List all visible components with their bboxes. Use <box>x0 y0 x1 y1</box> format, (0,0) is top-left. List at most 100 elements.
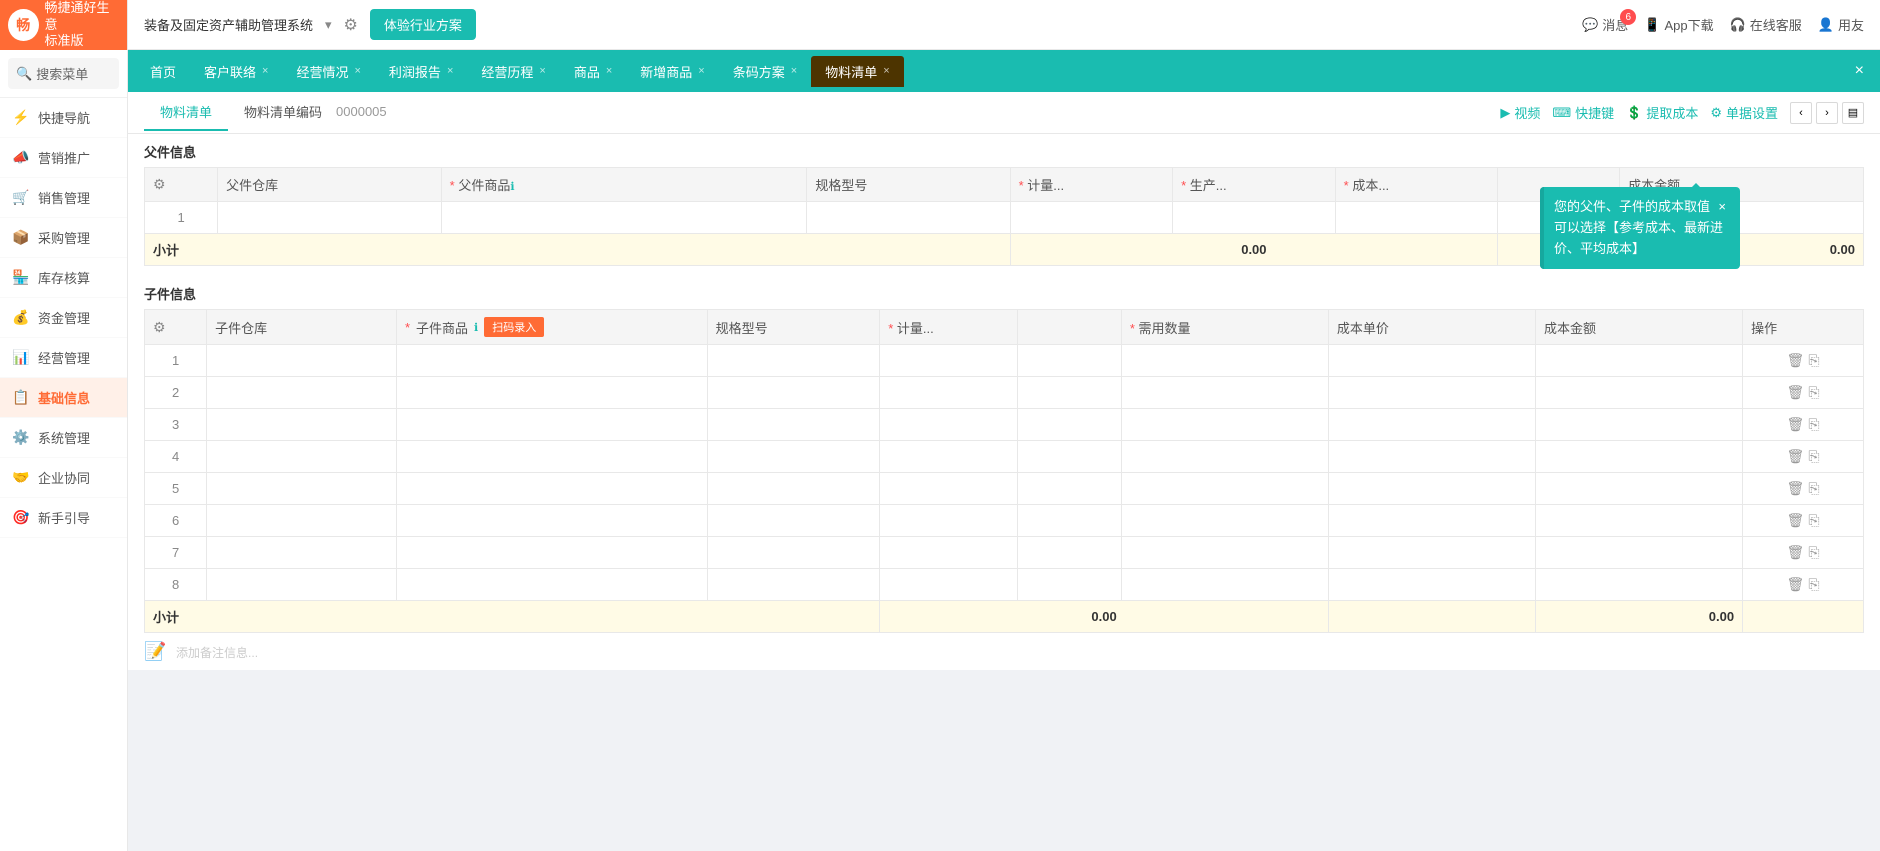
child-row-qty[interactable] <box>1121 409 1328 441</box>
parent-product-help[interactable]: ℹ <box>510 181 514 193</box>
child-row-warehouse[interactable] <box>207 569 397 601</box>
child-unit-input[interactable] <box>880 473 1017 504</box>
child-unit-cost-input[interactable] <box>1329 377 1535 408</box>
child-spec-input[interactable] <box>708 569 880 600</box>
close-tab-goods[interactable]: × <box>606 65 612 77</box>
sidebar-item-basic[interactable]: 📋 基础信息 <box>0 378 127 418</box>
child-row-spec[interactable] <box>707 441 880 473</box>
doc-setting-btn[interactable]: ⚙ 单据设置 <box>1710 103 1778 122</box>
sidebar-item-marketing[interactable]: 📣 营销推广 <box>0 138 127 178</box>
child-row-spec[interactable] <box>707 569 880 601</box>
child-qty-input[interactable] <box>1122 537 1328 568</box>
sidebar-item-inventory[interactable]: 🏪 库存核算 <box>0 258 127 298</box>
child-row-warehouse[interactable] <box>207 441 397 473</box>
close-tab-operations[interactable]: × <box>354 65 360 77</box>
child-qty-input[interactable] <box>1122 441 1328 472</box>
child-unit-cost-input[interactable] <box>1329 473 1535 504</box>
child-qty-input[interactable] <box>1122 345 1328 376</box>
delete-icon[interactable]: 🗑 <box>1787 352 1805 369</box>
cost-extract-btn[interactable]: 💲 提取成本 <box>1626 103 1698 122</box>
child-warehouse-input[interactable] <box>207 473 396 504</box>
child-spec-input[interactable] <box>708 409 880 440</box>
child-row-qty[interactable] <box>1121 441 1328 473</box>
copy-icon[interactable]: ⎘ <box>1808 448 1819 465</box>
child-unit-cost-input[interactable] <box>1329 409 1535 440</box>
child-row-unit[interactable] <box>880 569 1018 601</box>
child-row-unit[interactable] <box>880 377 1018 409</box>
child-warehouse-input[interactable] <box>207 505 396 536</box>
child-product-input[interactable] <box>397 505 707 536</box>
child-product-input[interactable] <box>397 409 707 440</box>
child-unit-input[interactable] <box>880 409 1017 440</box>
child-row-unit[interactable] <box>880 345 1018 377</box>
tab-barcode[interactable]: 条码方案 × <box>719 56 811 87</box>
child-row-spec[interactable] <box>707 473 880 505</box>
delete-icon[interactable]: 🗑 <box>1787 416 1805 433</box>
copy-icon[interactable]: ⎘ <box>1808 576 1819 593</box>
parent-produce-input[interactable] <box>1173 202 1335 233</box>
child-row-unit-cost[interactable] <box>1328 569 1535 601</box>
child-spec-input[interactable] <box>708 537 880 568</box>
child-row-warehouse[interactable] <box>207 377 397 409</box>
sidebar-item-operations[interactable]: 📊 经营管理 <box>0 338 127 378</box>
child-qty-input[interactable] <box>1122 409 1328 440</box>
child-product-input[interactable] <box>397 377 707 408</box>
child-row-unit-cost[interactable] <box>1328 505 1535 537</box>
child-product-input[interactable] <box>397 537 707 568</box>
child-unit-input[interactable] <box>880 537 1017 568</box>
child-row-qty[interactable] <box>1121 345 1328 377</box>
child-row-product[interactable] <box>396 377 707 409</box>
child-unit-input[interactable] <box>880 345 1017 376</box>
child-row-unit[interactable] <box>880 409 1018 441</box>
video-btn[interactable]: ▶ 视频 <box>1500 103 1540 122</box>
delete-icon[interactable]: 🗑 <box>1787 448 1805 465</box>
child-row-unit[interactable] <box>880 505 1018 537</box>
child-spec-input[interactable] <box>708 377 880 408</box>
sidebar-item-sales[interactable]: 🛒 销售管理 <box>0 178 127 218</box>
tooltip-close-btn[interactable]: × <box>1718 197 1726 218</box>
child-unit-input[interactable] <box>880 441 1017 472</box>
child-warehouse-input[interactable] <box>207 537 396 568</box>
sidebar-item-quicknav[interactable]: ⚡ 快捷导航 <box>0 98 127 138</box>
child-product-input[interactable] <box>397 441 707 472</box>
child-row-product[interactable] <box>396 345 707 377</box>
child-row-unit[interactable] <box>880 473 1018 505</box>
child-row-warehouse[interactable] <box>207 473 397 505</box>
child-row-unit-cost[interactable] <box>1328 345 1535 377</box>
parent-row-1-unit[interactable] <box>1010 202 1173 234</box>
child-unit-input[interactable] <box>880 505 1017 536</box>
delete-icon[interactable]: 🗑 <box>1787 544 1805 561</box>
parent-row-1-cost[interactable] <box>1335 202 1498 234</box>
tab-operations[interactable]: 经营情况 × <box>282 56 374 87</box>
delete-icon[interactable]: 🗑 <box>1787 576 1805 593</box>
close-tab-barcode[interactable]: × <box>791 65 797 77</box>
child-spec-input[interactable] <box>708 505 880 536</box>
tab-goods[interactable]: 商品 × <box>560 56 626 87</box>
child-product-input[interactable] <box>397 473 707 504</box>
settings-icon[interactable]: ⚙ <box>344 15 358 35</box>
delete-icon[interactable]: 🗑 <box>1787 384 1805 401</box>
user-btn[interactable]: 👤 用友 <box>1818 15 1864 34</box>
child-row-unit[interactable] <box>880 441 1018 473</box>
sub-tab-bom-list[interactable]: 物料清单 <box>144 94 228 131</box>
child-product-input[interactable] <box>397 569 707 600</box>
tab-home[interactable]: 首页 <box>136 56 190 87</box>
parent-warehouse-input[interactable] <box>218 202 441 233</box>
online-service-btn[interactable]: 🎧 在线客服 <box>1730 15 1802 34</box>
child-row-warehouse[interactable] <box>207 345 397 377</box>
tab-bom[interactable]: 物料清单 × <box>811 56 903 87</box>
message-btn[interactable]: 💬 消息 6 <box>1582 15 1628 34</box>
close-all-tabs[interactable]: × <box>1847 62 1872 80</box>
copy-icon[interactable]: ⎘ <box>1808 480 1819 497</box>
child-row-spec[interactable] <box>707 409 880 441</box>
tab-customer[interactable]: 客户联络 × <box>190 56 282 87</box>
child-spec-input[interactable] <box>708 441 880 472</box>
child-row-unit[interactable] <box>880 537 1018 569</box>
child-row-product[interactable] <box>396 473 707 505</box>
child-unit-input[interactable] <box>880 377 1017 408</box>
child-row-unit-cost[interactable] <box>1328 473 1535 505</box>
parent-row-1-spec[interactable] <box>807 202 1010 234</box>
close-tab-history[interactable]: × <box>539 65 545 77</box>
child-settings-icon[interactable]: ⚙ <box>153 319 166 335</box>
copy-icon[interactable]: ⎘ <box>1808 512 1819 529</box>
